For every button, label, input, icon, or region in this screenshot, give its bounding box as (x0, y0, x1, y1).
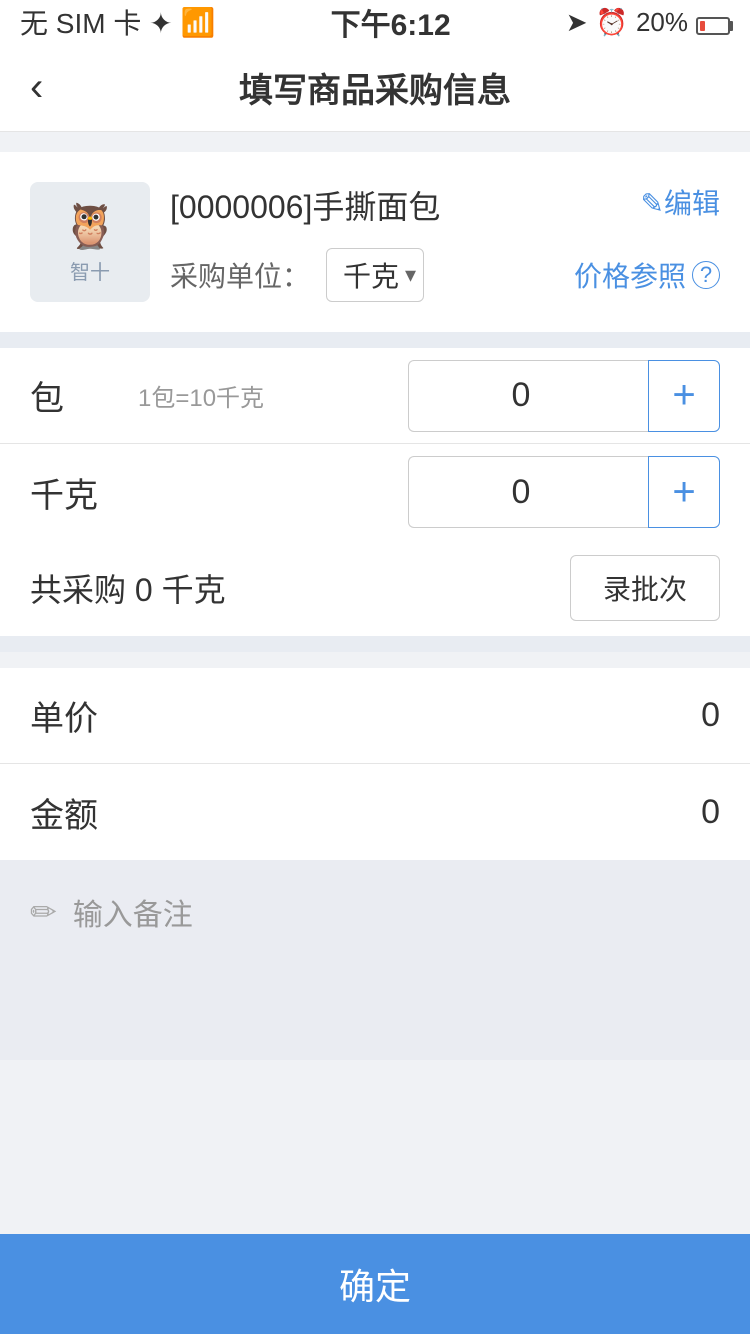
total-prefix: 共采购 (30, 572, 126, 608)
form-sublabel-bao: 1包=10千克 (138, 378, 264, 413)
product-card: 🦉 智十 [0000006]手撕面包 ✎编辑 采购单位： 千克 价格参照 ? (0, 152, 750, 332)
status-left: 无 SIM 卡 ✦ 📶 (20, 2, 215, 42)
page-title: 填写商品采购信息 (239, 63, 511, 112)
notes-placeholder-text: 输入备注 (73, 890, 193, 934)
form-row-bao: 包 1包=10千克 + (0, 348, 750, 444)
confirm-button[interactable]: 确定 (0, 1234, 750, 1334)
price-row-amount: 金额 0 (0, 764, 750, 860)
total-unit: 千克 (162, 572, 226, 608)
form-section: 包 1包=10千克 + 千克 + (0, 348, 750, 540)
edit-button[interactable]: ✎编辑 (641, 182, 720, 222)
battery-icon (696, 7, 730, 38)
unit-label: 采购单位： (170, 255, 310, 295)
form-label-kg: 千克 (30, 468, 130, 517)
form-label-bao: 包 (30, 371, 130, 420)
help-icon[interactable]: ? (692, 261, 720, 289)
product-logo-icon: 🦉 (63, 200, 118, 252)
sim-label: 无 SIM 卡 ✦ (20, 2, 173, 42)
form-plus-btn-kg[interactable]: + (648, 456, 720, 528)
total-amount: 0 (135, 572, 153, 608)
form-input-kg[interactable] (408, 456, 648, 528)
form-plus-btn-bao[interactable]: + (648, 360, 720, 432)
nav-bar: ‹ 填写商品采购信息 (0, 44, 750, 132)
pencil-icon: ✏ (30, 893, 57, 931)
batch-button[interactable]: 录批次 (570, 555, 720, 621)
back-button[interactable]: ‹ (20, 55, 53, 120)
price-row-value-amount: 0 (701, 793, 720, 832)
notes-placeholder: ✏ 输入备注 (30, 890, 720, 934)
unit-select[interactable]: 千克 (326, 248, 424, 302)
price-row-value-unit: 0 (701, 696, 720, 735)
price-row-unit: 单价 0 (0, 668, 750, 764)
form-input-wrapper-bao: + (408, 360, 720, 432)
product-image: 🦉 智十 (30, 182, 150, 302)
battery-percent: 20% (636, 7, 688, 38)
status-bar: 无 SIM 卡 ✦ 📶 下午6:12 ➤ ⏰ 20% (0, 0, 750, 44)
form-row-kg: 千克 + (0, 444, 750, 540)
alarm-icon: ⏰ (596, 7, 628, 38)
price-section: 单价 0 金额 0 (0, 668, 750, 860)
status-right: ➤ ⏰ 20% (566, 7, 730, 38)
price-row-label-amount: 金额 (30, 788, 98, 837)
form-input-bao[interactable] (408, 360, 648, 432)
total-label: 共采购 0 千克 (30, 565, 226, 611)
total-row: 共采购 0 千克 录批次 (0, 540, 750, 636)
form-input-wrapper-kg: + (408, 456, 720, 528)
product-info: [0000006]手撕面包 ✎编辑 采购单位： 千克 价格参照 ? (170, 182, 720, 302)
product-logo-text: 智十 (70, 256, 110, 285)
status-time: 下午6:12 (331, 0, 451, 44)
price-row-label-unit: 单价 (30, 691, 98, 740)
product-unit-row: 采购单位： 千克 价格参照 ? (170, 248, 720, 302)
price-ref-label: 价格参照 (574, 255, 686, 295)
price-ref-button[interactable]: 价格参照 ? (574, 255, 720, 295)
unit-select-wrapper[interactable]: 千克 (326, 248, 424, 302)
product-name: [0000006]手撕面包 (170, 182, 440, 228)
divider-2 (0, 636, 750, 652)
wifi-icon: 📶 (181, 6, 216, 39)
location-icon: ➤ (566, 7, 588, 38)
notes-section[interactable]: ✏ 输入备注 (0, 860, 750, 1060)
divider-1 (0, 332, 750, 348)
bottom-spacer (0, 1060, 750, 1160)
